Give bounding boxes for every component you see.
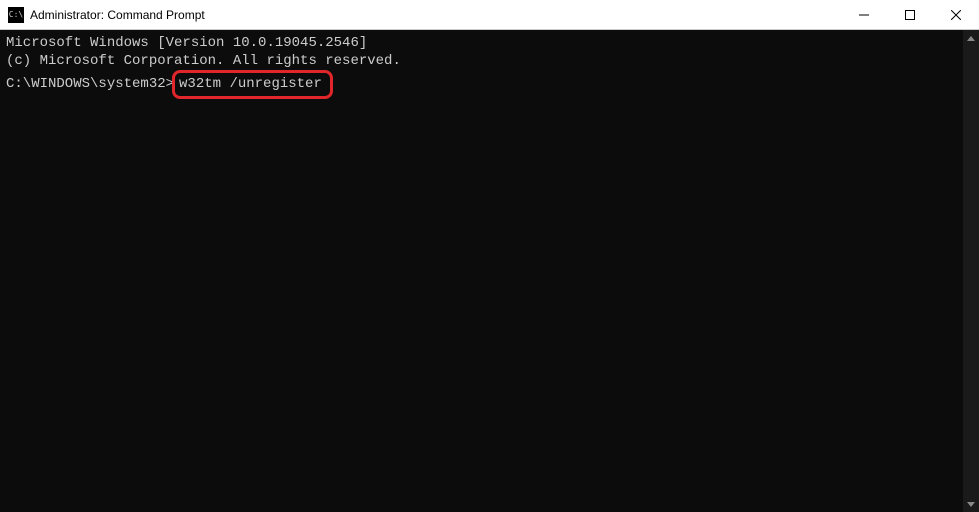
scroll-down-button[interactable] bbox=[963, 496, 979, 512]
cmd-icon: C:\ bbox=[8, 7, 24, 23]
chevron-up-icon bbox=[967, 36, 975, 41]
prompt-text: C:\WINDOWS\system32> bbox=[6, 75, 174, 93]
version-line: Microsoft Windows [Version 10.0.19045.25… bbox=[6, 34, 957, 52]
window-title: Administrator: Command Prompt bbox=[30, 8, 841, 22]
terminal-area[interactable]: Microsoft Windows [Version 10.0.19045.25… bbox=[0, 30, 979, 512]
minimize-button[interactable] bbox=[841, 0, 887, 29]
prompt-line: C:\WINDOWS\system32> w32tm /unregister bbox=[6, 70, 957, 98]
minimize-icon bbox=[859, 10, 869, 20]
command-prompt-window: C:\ Administrator: Command Prompt Micros… bbox=[0, 0, 979, 512]
titlebar[interactable]: C:\ Administrator: Command Prompt bbox=[0, 0, 979, 30]
copyright-line: (c) Microsoft Corporation. All rights re… bbox=[6, 52, 957, 70]
window-controls bbox=[841, 0, 979, 29]
chevron-down-icon bbox=[967, 502, 975, 507]
command-highlight: w32tm /unregister bbox=[172, 70, 333, 98]
vertical-scrollbar[interactable] bbox=[963, 30, 979, 512]
command-text: w32tm /unregister bbox=[179, 76, 322, 92]
close-icon bbox=[951, 10, 961, 20]
maximize-button[interactable] bbox=[887, 0, 933, 29]
maximize-icon bbox=[905, 10, 915, 20]
terminal-content[interactable]: Microsoft Windows [Version 10.0.19045.25… bbox=[0, 30, 963, 512]
scrollbar-track[interactable] bbox=[963, 46, 979, 496]
scroll-up-button[interactable] bbox=[963, 30, 979, 46]
close-button[interactable] bbox=[933, 0, 979, 29]
cmd-icon-label: C:\ bbox=[9, 10, 23, 19]
